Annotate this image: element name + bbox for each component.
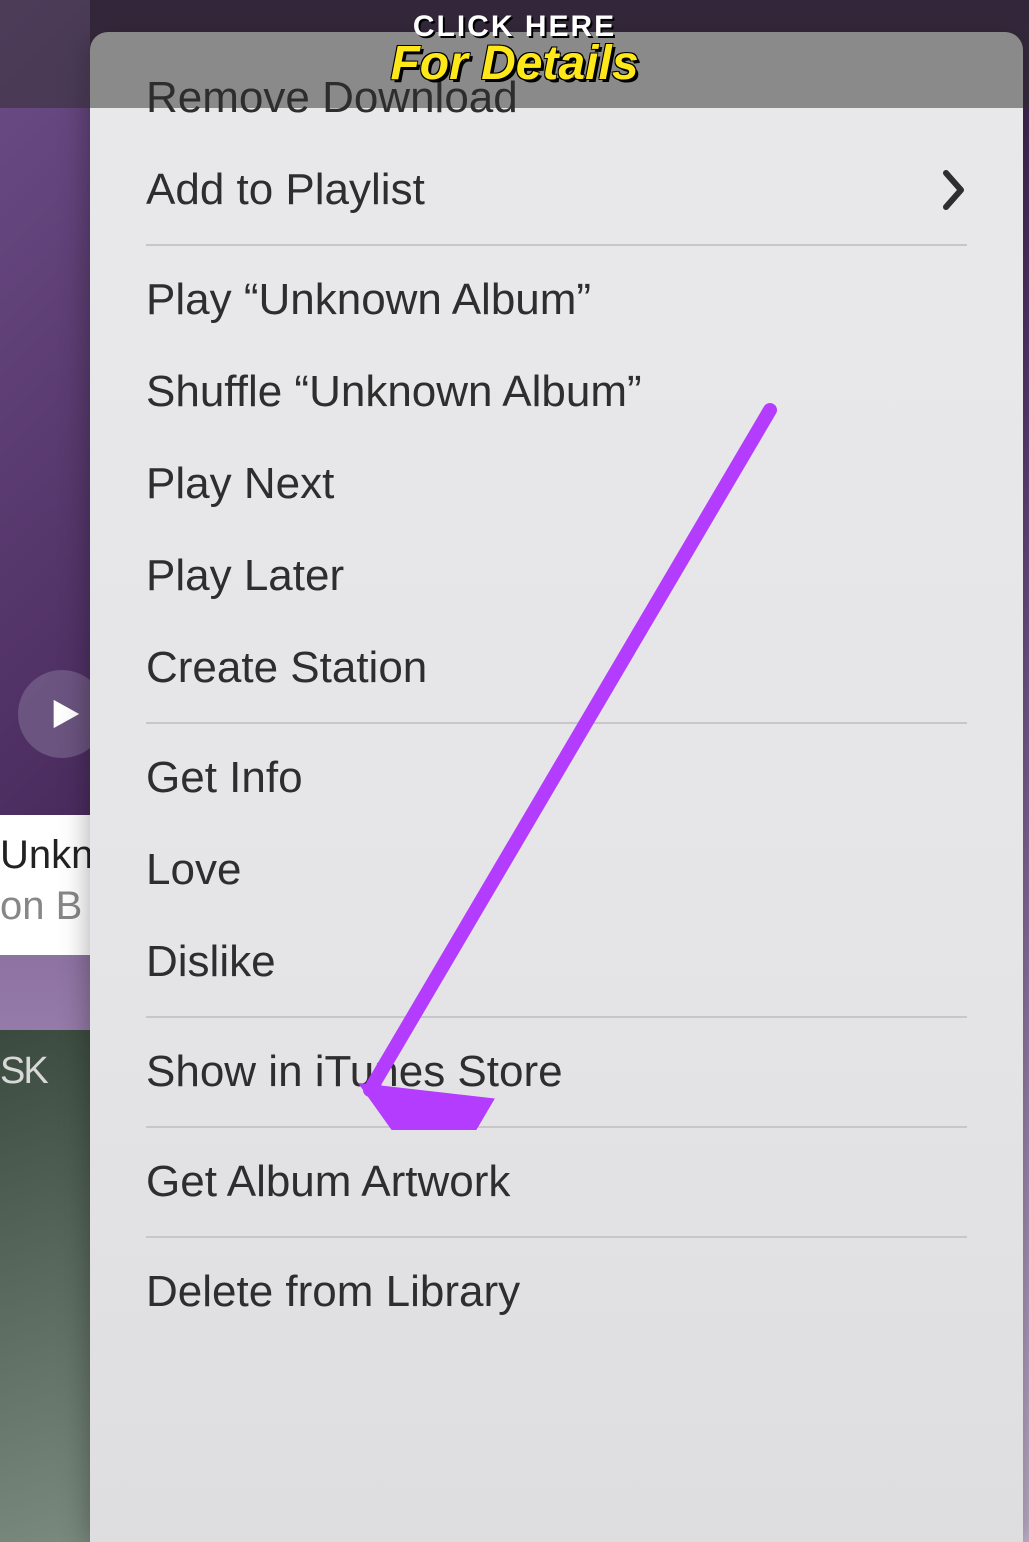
- context-menu: Remove DownloadAdd to PlaylistPlay “Unkn…: [90, 32, 1023, 1542]
- album-info-strip: Unkn on B: [0, 815, 90, 955]
- top-dark-bar: [0, 0, 1029, 108]
- menu-delete-from-library[interactable]: Delete from Library: [146, 1246, 967, 1338]
- menu-divider: [146, 1236, 967, 1238]
- album-title-partial: Unkn: [0, 833, 82, 878]
- menu-divider: [146, 244, 967, 246]
- menu-item-label: Shuffle “Unknown Album”: [146, 367, 642, 417]
- menu-divider: [146, 1016, 967, 1018]
- menu-get-album-artwork[interactable]: Get Album Artwork: [146, 1136, 967, 1228]
- chevron-right-icon: [941, 169, 967, 211]
- menu-item-label: Get Info: [146, 753, 303, 803]
- menu-item-label: Get Album Artwork: [146, 1157, 510, 1207]
- second-album-artwork[interactable]: SK: [0, 1030, 90, 1542]
- menu-divider: [146, 722, 967, 724]
- menu-item-label: Delete from Library: [146, 1267, 520, 1317]
- menu-add-to-playlist[interactable]: Add to Playlist: [146, 144, 967, 236]
- album-subtitle-partial: on B: [0, 884, 82, 929]
- menu-love[interactable]: Love: [146, 824, 967, 916]
- menu-create-station[interactable]: Create Station: [146, 622, 967, 714]
- menu-item-label: Dislike: [146, 937, 276, 987]
- play-icon: [48, 697, 82, 731]
- menu-get-info[interactable]: Get Info: [146, 732, 967, 824]
- menu-item-label: Play “Unknown Album”: [146, 275, 591, 325]
- menu-item-label: Play Next: [146, 459, 334, 509]
- menu-item-label: Show in iTunes Store: [146, 1047, 563, 1097]
- menu-item-label: Create Station: [146, 643, 427, 693]
- second-album-badge: SK: [0, 1050, 47, 1093]
- menu-shuffle-album[interactable]: Shuffle “Unknown Album”: [146, 346, 967, 438]
- menu-play-album[interactable]: Play “Unknown Album”: [146, 254, 967, 346]
- menu-dislike[interactable]: Dislike: [146, 916, 967, 1008]
- menu-item-label: Add to Playlist: [146, 165, 425, 215]
- album-artwork-placeholder[interactable]: [0, 0, 90, 815]
- menu-play-later[interactable]: Play Later: [146, 530, 967, 622]
- menu-play-next[interactable]: Play Next: [146, 438, 967, 530]
- menu-show-in-itunes-store[interactable]: Show in iTunes Store: [146, 1026, 967, 1118]
- menu-item-label: Love: [146, 845, 241, 895]
- menu-divider: [146, 1126, 967, 1128]
- menu-item-label: Play Later: [146, 551, 344, 601]
